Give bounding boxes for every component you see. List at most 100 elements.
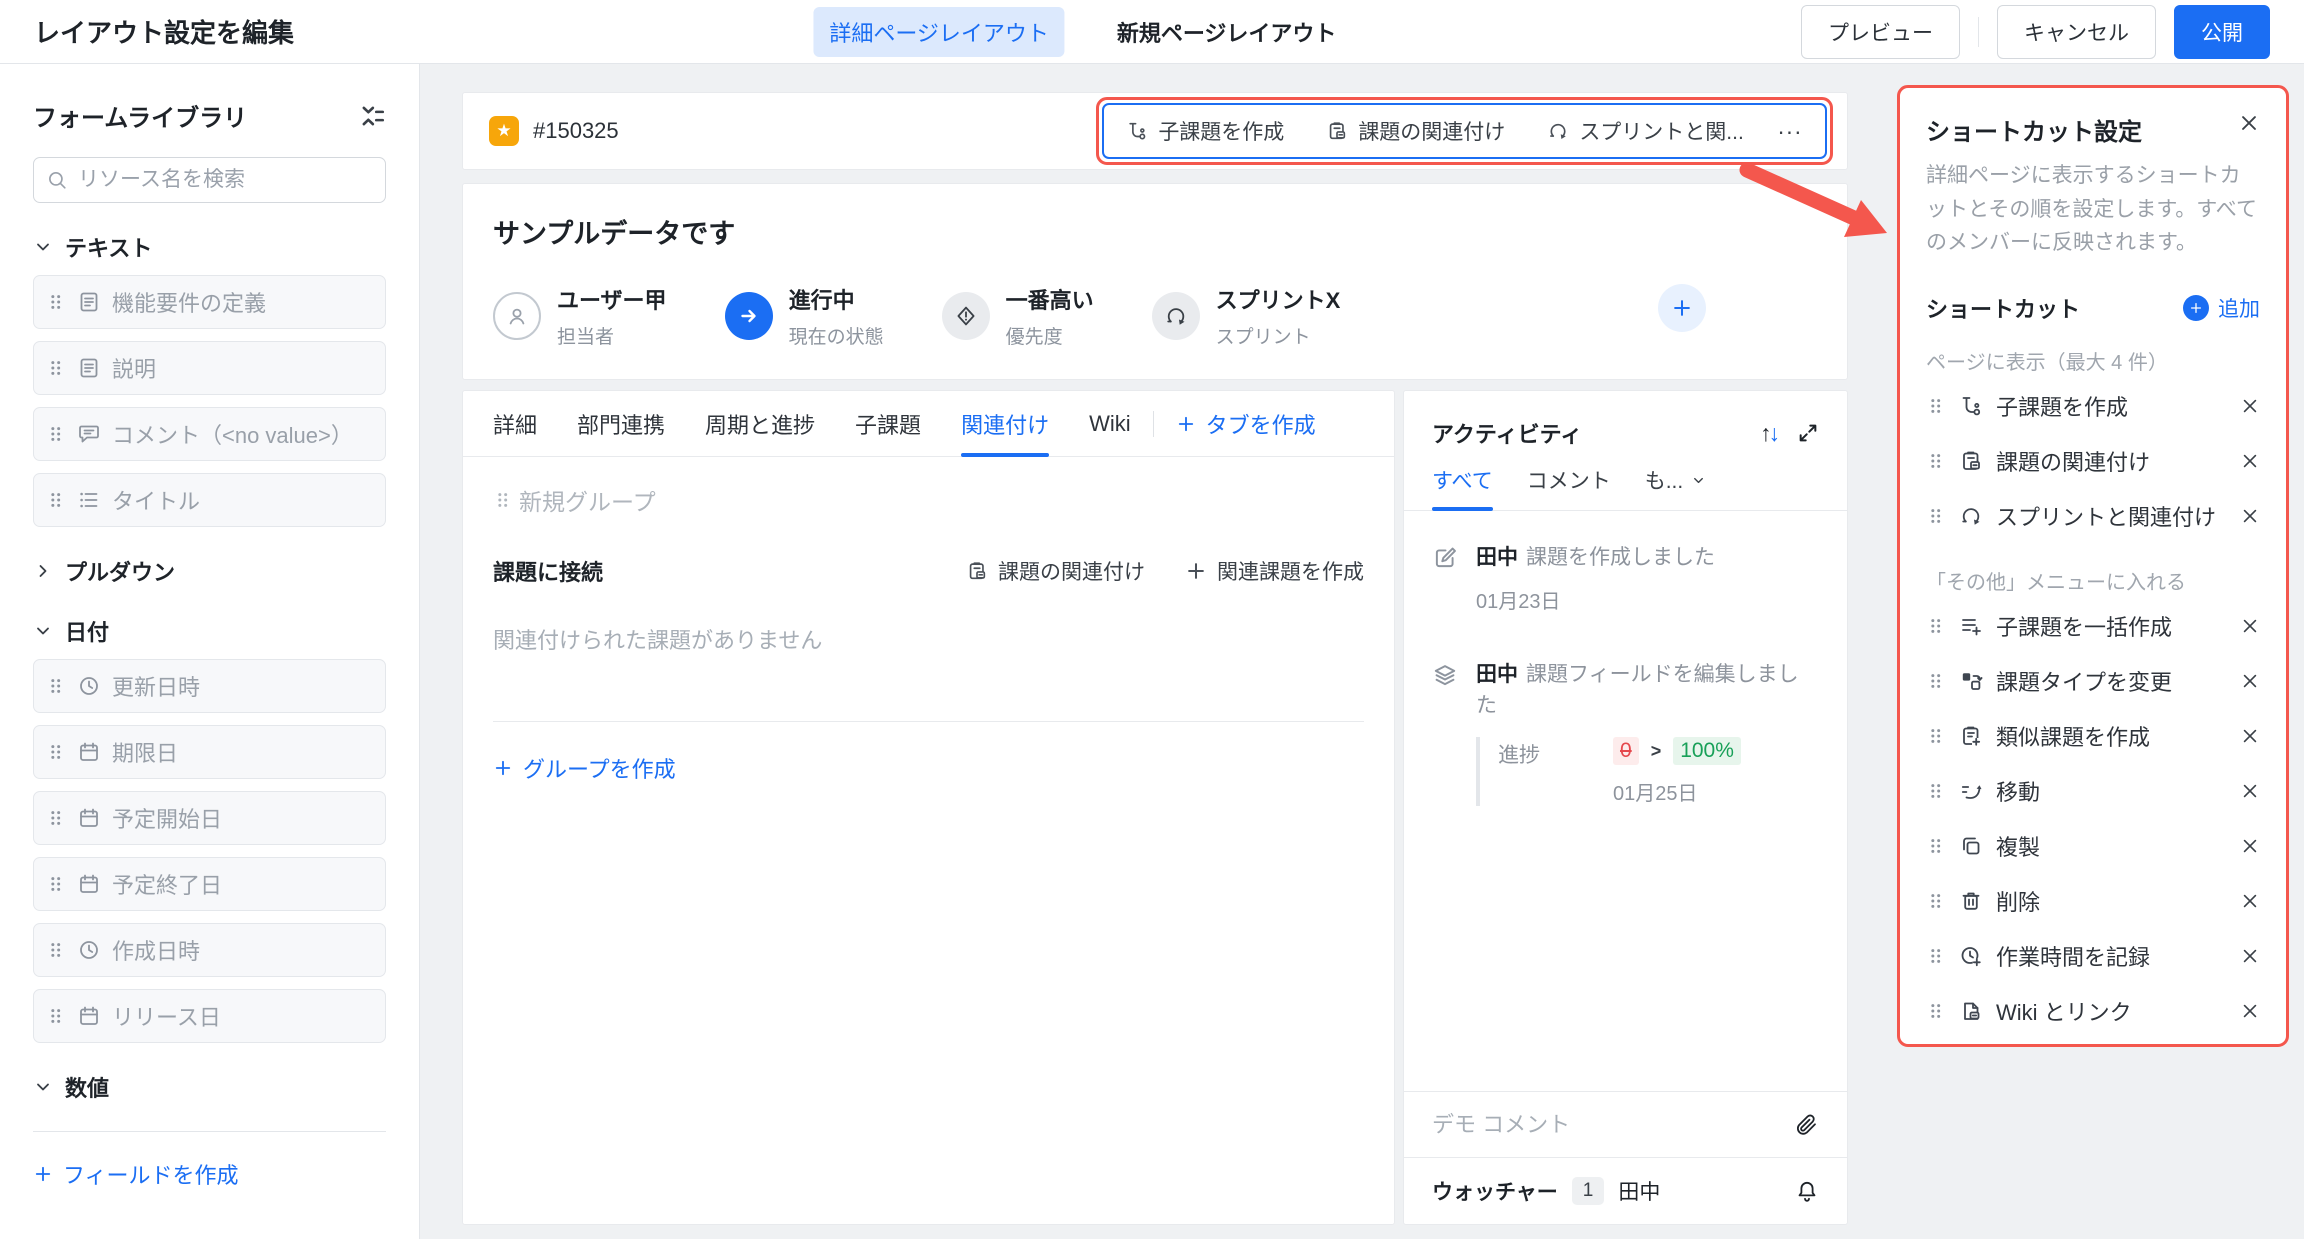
drag-handle-icon[interactable] — [46, 358, 66, 378]
preview-button[interactable]: プレビュー — [1801, 4, 1960, 59]
drag-handle-icon[interactable] — [46, 490, 66, 510]
field-library-item[interactable]: タイトル — [33, 473, 386, 527]
collapse-all-icon[interactable] — [360, 103, 386, 129]
drag-handle-icon[interactable] — [46, 292, 66, 312]
create-field-button[interactable]: フィールドを作成 — [33, 1158, 386, 1190]
shortcut-list-item[interactable]: スプリントと関連付け — [1926, 489, 2260, 544]
drag-handle-icon[interactable] — [1926, 891, 1946, 911]
expand-icon[interactable] — [1797, 422, 1819, 444]
detail-tab[interactable]: 周期と進捗 — [705, 391, 815, 456]
shortcut-list-item[interactable]: 作業時間を記録 — [1926, 929, 2260, 984]
shortcut-list-item[interactable]: 削除 — [1926, 874, 2260, 929]
drag-handle-icon[interactable] — [46, 742, 66, 762]
field-library-item[interactable]: 説明 — [33, 341, 386, 395]
remove-icon[interactable] — [2240, 506, 2260, 526]
toolbar-shortcut-button[interactable]: 子課題を作成 — [1126, 116, 1284, 146]
shortcut-list-item[interactable]: 課題の関連付け — [1926, 434, 2260, 489]
field-library-item[interactable]: 作成日時 — [33, 923, 386, 977]
create-tab-button[interactable]: タブを作成 — [1176, 408, 1316, 440]
remove-icon[interactable] — [2240, 616, 2260, 636]
activity-tab[interactable]: コメント — [1527, 465, 1611, 510]
remove-icon[interactable] — [2240, 396, 2260, 416]
remove-icon[interactable] — [2240, 781, 2260, 801]
shortcut-list-item[interactable]: 子課題を作成 — [1926, 379, 2260, 434]
issue-field[interactable]: 進行中 現在の状態 — [724, 283, 884, 349]
remove-icon[interactable] — [2240, 946, 2260, 966]
resource-search-input[interactable] — [33, 157, 386, 203]
shortcut-list-item[interactable]: 複製 — [1926, 819, 2260, 874]
close-icon[interactable] — [2238, 112, 2260, 134]
drag-handle-icon[interactable] — [1926, 946, 1946, 966]
field-label: コメント（<no value>） — [112, 423, 353, 448]
drag-handle-icon[interactable] — [46, 808, 66, 828]
toolbar-shortcut-button[interactable]: 課題の関連付け — [1326, 116, 1505, 146]
remove-icon[interactable] — [2240, 836, 2260, 856]
toolbar-more-button[interactable]: ... — [1778, 115, 1803, 141]
detail-tab[interactable]: Wiki — [1089, 391, 1131, 456]
drag-handle-icon[interactable] — [493, 490, 513, 510]
issue-field[interactable]: 一番高い 優先度 — [941, 283, 1094, 349]
section-header[interactable]: プルダウン — [33, 555, 386, 587]
drag-handle-icon[interactable] — [1926, 836, 1946, 856]
drag-handle-icon[interactable] — [46, 874, 66, 894]
bell-icon[interactable] — [1795, 1179, 1819, 1203]
drag-handle-icon[interactable] — [1926, 1001, 1946, 1021]
shortcut-list-item[interactable]: 課題タイプを変更 — [1926, 654, 2260, 709]
field-library-item[interactable]: 期限日 — [33, 725, 386, 779]
issue-field[interactable]: スプリントX スプリント — [1151, 283, 1340, 349]
remove-icon[interactable] — [2240, 1001, 2260, 1021]
field-library-item[interactable]: 予定終了日 — [33, 857, 386, 911]
detail-tab[interactable]: 子課題 — [855, 391, 921, 456]
drag-handle-icon[interactable] — [1926, 451, 1946, 471]
toolbar-shortcut-button[interactable]: スプリントと関... — [1547, 116, 1744, 146]
cancel-button[interactable]: キャンセル — [1997, 4, 2156, 59]
add-field-button[interactable] — [1658, 284, 1706, 332]
search-input[interactable] — [78, 168, 373, 192]
shortcut-list-item[interactable]: 子課題を一括作成 — [1926, 599, 2260, 654]
shortcut-list-item[interactable]: Wiki とリンク — [1926, 984, 2260, 1039]
comment-input[interactable] — [1432, 1111, 1795, 1138]
drag-handle-icon[interactable] — [1926, 726, 1946, 746]
detail-tab[interactable]: 詳細 — [493, 391, 537, 456]
field-library-item[interactable]: 予定開始日 — [33, 791, 386, 845]
shortcut-list-item[interactable]: 類似課題を作成 — [1926, 709, 2260, 764]
activity-tab[interactable]: も... — [1645, 465, 1707, 510]
connect-action-button[interactable]: 関連課題を作成 — [1185, 556, 1364, 586]
drag-handle-icon[interactable] — [46, 676, 66, 696]
new-group-placeholder[interactable]: 新規グループ — [493, 483, 1364, 517]
paperclip-icon[interactable] — [1795, 1113, 1819, 1137]
drag-handle-icon[interactable] — [1926, 396, 1946, 416]
drag-handle-icon[interactable] — [46, 424, 66, 444]
layout-tab[interactable]: 新規ページレイアウト — [1101, 7, 1353, 57]
remove-icon[interactable] — [2240, 451, 2260, 471]
add-shortcut-button[interactable]: 追加 — [2183, 293, 2260, 323]
field-library-item[interactable]: コメント（<no value>） — [33, 407, 386, 461]
drag-handle-icon[interactable] — [46, 1006, 66, 1026]
drag-handle-icon[interactable] — [1926, 616, 1946, 636]
shortcut-list-item[interactable]: 移動 — [1926, 764, 2260, 819]
remove-icon[interactable] — [2240, 671, 2260, 691]
field-library-item[interactable]: リリース日 — [33, 989, 386, 1043]
drag-handle-icon[interactable] — [1926, 506, 1946, 526]
comment-input-row — [1404, 1091, 1847, 1157]
detail-tab[interactable]: 関連付け — [961, 391, 1050, 457]
detail-tab[interactable]: 部門連携 — [577, 391, 665, 456]
activity-tab[interactable]: すべて — [1432, 465, 1493, 511]
remove-icon[interactable] — [2240, 726, 2260, 746]
issue-field[interactable]: ユーザー甲 担当者 — [493, 283, 667, 349]
section-header[interactable]: テキスト — [33, 231, 386, 263]
drag-handle-icon[interactable] — [1926, 671, 1946, 691]
section-header[interactable]: 日付 — [33, 615, 386, 647]
drag-handle-icon[interactable] — [46, 940, 66, 960]
drag-handle-icon[interactable] — [1926, 781, 1946, 801]
connect-action-button[interactable]: 課題の関連付け — [966, 556, 1145, 586]
sort-icon[interactable]: ↑↓ — [1760, 420, 1780, 447]
shortcut-icon — [1959, 614, 1983, 638]
layout-tab[interactable]: 詳細ページレイアウト — [813, 6, 1065, 57]
remove-icon[interactable] — [2240, 891, 2260, 911]
publish-button[interactable]: 公開 — [2174, 4, 2270, 59]
create-group-button[interactable]: グループを作成 — [493, 752, 1364, 784]
field-library-item[interactable]: 更新日時 — [33, 659, 386, 713]
field-library-item[interactable]: 機能要件の定義 — [33, 275, 386, 329]
section-header[interactable]: 数値 — [33, 1071, 386, 1103]
